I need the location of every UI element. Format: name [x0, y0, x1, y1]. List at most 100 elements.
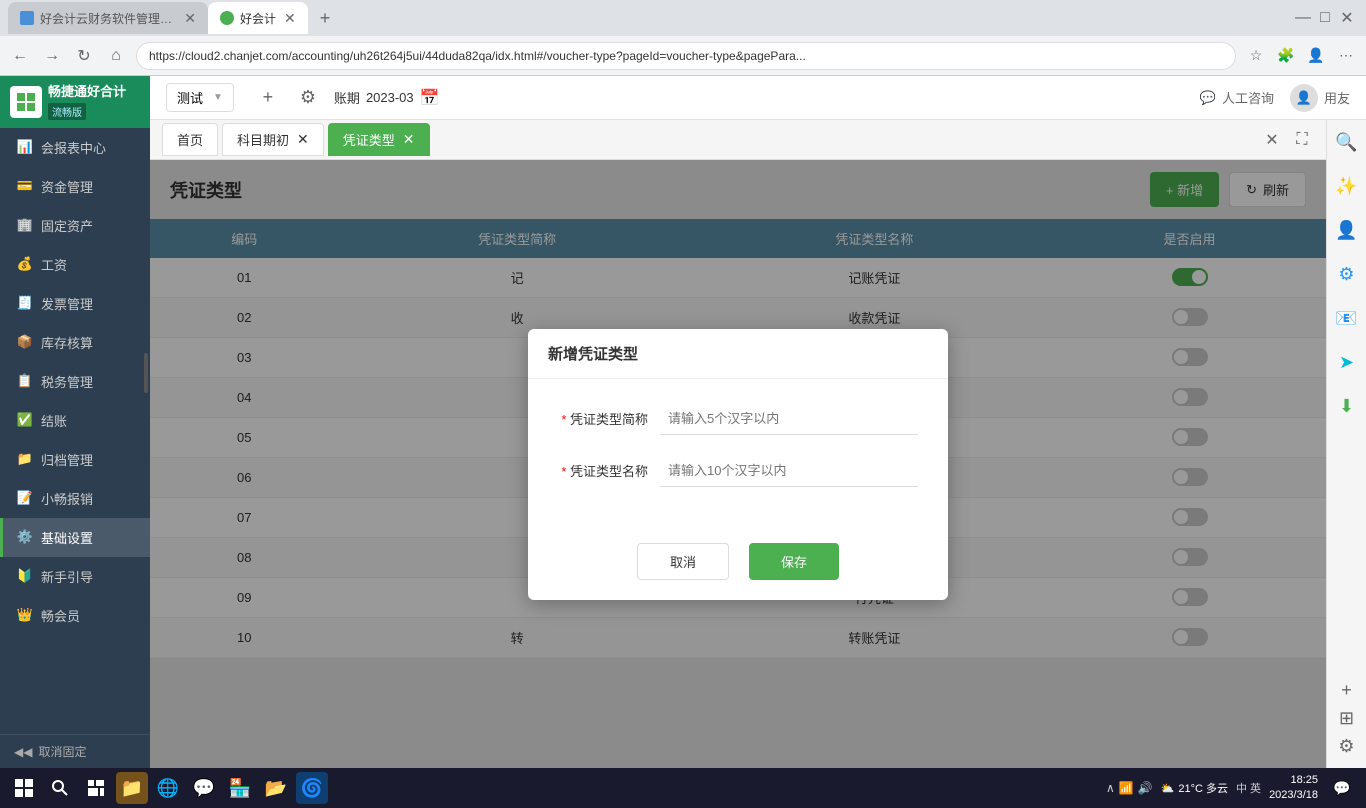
- save-label: 保存: [781, 555, 807, 570]
- tab-subject-label: 科目期初: [237, 130, 289, 149]
- right-gear-icon[interactable]: ⚙: [1333, 732, 1361, 760]
- sidebar-item-basic-settings[interactable]: ⚙️ 基础设置: [0, 518, 150, 557]
- abbr-input[interactable]: [660, 403, 918, 435]
- save-button[interactable]: 保存: [749, 543, 839, 580]
- right-user-icon[interactable]: 👤: [1333, 216, 1361, 244]
- right-search-icon[interactable]: 🔍: [1333, 128, 1361, 156]
- sidebar: 畅捷通好合计 流畅版 📊 会报表中心 💳 资金管理 🏢 固定资产 💰 工资: [0, 76, 150, 768]
- right-settings-icon[interactable]: ⚙: [1333, 260, 1361, 288]
- start-button[interactable]: [8, 772, 40, 804]
- sidebar-item-label-basic: 基础设置: [41, 528, 93, 547]
- extension-icon[interactable]: 🧩: [1274, 44, 1298, 68]
- consult-button[interactable]: 💬 人工咨询: [1200, 88, 1274, 107]
- sidebar-unpin-button[interactable]: ◀◀ 取消固定: [0, 734, 150, 768]
- sidebar-item-fund[interactable]: 💳 资金管理: [0, 167, 150, 206]
- tab-subject-init[interactable]: 科目期初 ✕: [222, 123, 324, 156]
- sidebar-item-tax[interactable]: 📋 税务管理: [0, 362, 150, 401]
- top-bar: 测试 ▼ + ⚙ 账期 2023-03 📅 💬 人工咨询 👤: [150, 76, 1366, 120]
- sidebar-item-label-fund: 资金管理: [41, 177, 93, 196]
- tab-title-1: 好会计云财务软件管理系统_会计: [40, 10, 176, 27]
- tab-minimize-button[interactable]: ✕: [1260, 128, 1284, 152]
- tab-close-2[interactable]: ✕: [284, 10, 296, 27]
- checkout-icon: ✅: [17, 412, 33, 428]
- right-plus-icon[interactable]: +: [1333, 676, 1361, 704]
- back-button[interactable]: ←: [8, 44, 32, 68]
- sidebar-scrollbar[interactable]: [144, 353, 148, 393]
- sidebar-item-label-member: 畅会员: [41, 606, 80, 625]
- network-icon[interactable]: 📶: [1119, 781, 1134, 795]
- close-button[interactable]: ✕: [1340, 11, 1354, 25]
- taskbar-sys-tray: ∧ 📶 🔊: [1106, 781, 1153, 795]
- weather-icon: ⛅: [1161, 782, 1175, 795]
- tab-favicon-1: [20, 11, 34, 25]
- clock-time: 18:25: [1269, 773, 1318, 788]
- forward-button[interactable]: →: [40, 44, 64, 68]
- maximize-button[interactable]: □: [1318, 11, 1332, 25]
- sidebar-item-salary[interactable]: 💰 工资: [0, 245, 150, 284]
- cancel-button[interactable]: 取消: [637, 543, 729, 580]
- weather-text: 21°C 多云: [1178, 780, 1228, 796]
- store-taskbar-button[interactable]: 🏪: [224, 772, 256, 804]
- profile-icon[interactable]: 👤: [1304, 44, 1328, 68]
- sidebar-item-checkout[interactable]: ✅ 结账: [0, 401, 150, 440]
- user-label: 用友: [1324, 88, 1350, 107]
- sidebar-item-invoice[interactable]: 🧾 发票管理: [0, 284, 150, 323]
- chrome-taskbar-button[interactable]: 🌐: [152, 772, 184, 804]
- tab-maximize-button[interactable]: ⛶: [1290, 128, 1314, 152]
- add-workspace-button[interactable]: +: [254, 84, 282, 112]
- browser-tab-2[interactable]: 好会计 ✕: [208, 2, 308, 34]
- explorer-taskbar-button[interactable]: 📁: [116, 772, 148, 804]
- user-button[interactable]: 👤 用友: [1290, 84, 1350, 112]
- right-outlook-icon[interactable]: 📧: [1333, 304, 1361, 332]
- main-content: 凭证类型 + 新增 ↻ 刷新: [150, 160, 1326, 768]
- sidebar-item-archive[interactable]: 📁 归档管理: [0, 440, 150, 479]
- sidebar-item-inventory[interactable]: 📦 库存核算: [0, 323, 150, 362]
- notification-button[interactable]: 💬: [1326, 772, 1358, 804]
- sidebar-item-label-salary: 工资: [41, 255, 67, 274]
- sidebar-item-fixed-assets[interactable]: 🏢 固定资产: [0, 206, 150, 245]
- reload-button[interactable]: ↻: [72, 44, 96, 68]
- unpin-label: 取消固定: [38, 743, 86, 760]
- tab-title-2: 好会计: [240, 10, 276, 27]
- files-taskbar-button[interactable]: 📂: [260, 772, 292, 804]
- wechat-taskbar-button[interactable]: 💬: [188, 772, 220, 804]
- right-ai-icon[interactable]: ✨: [1333, 172, 1361, 200]
- right-panel: 🔍 ✨ 👤 ⚙ 📧 ➤ ⬇ + ⊞ ⚙: [1326, 120, 1366, 768]
- tab-subject-close[interactable]: ✕: [297, 131, 309, 148]
- sidebar-item-label-fixed: 固定资产: [41, 216, 93, 235]
- home-button[interactable]: ⌂: [104, 44, 128, 68]
- invoice-icon: 🧾: [17, 295, 33, 311]
- tab-voucher-label: 凭证类型: [343, 130, 395, 149]
- volume-icon[interactable]: 🔊: [1138, 781, 1153, 795]
- sidebar-item-member[interactable]: 👑 畅会员: [0, 596, 150, 635]
- browser-tab-1[interactable]: 好会计云财务软件管理系统_会计 ✕: [8, 2, 208, 34]
- task-view-button[interactable]: [80, 772, 112, 804]
- right-download-icon[interactable]: ⬇: [1333, 392, 1361, 420]
- tray-arrow-icon[interactable]: ∧: [1106, 781, 1115, 795]
- sidebar-item-label-tax: 税务管理: [41, 372, 93, 391]
- tab-home[interactable]: 首页: [162, 123, 218, 156]
- tab-voucher-close[interactable]: ✕: [403, 131, 415, 148]
- settings-button[interactable]: ⚙: [294, 84, 322, 112]
- address-input[interactable]: [136, 42, 1236, 70]
- workspace-selector[interactable]: 测试 ▼: [166, 83, 234, 112]
- new-tab-button[interactable]: +: [316, 8, 335, 29]
- lang-icon[interactable]: 中 英: [1236, 780, 1261, 796]
- sidebar-item-expense[interactable]: 📝 小畅报销: [0, 479, 150, 518]
- calendar-icon[interactable]: 📅: [420, 88, 440, 108]
- right-arrow-icon[interactable]: ➤: [1333, 348, 1361, 376]
- name-input[interactable]: [660, 455, 918, 487]
- bookmark-icon[interactable]: ☆: [1244, 44, 1268, 68]
- sidebar-item-report-center[interactable]: 📊 会报表中心: [0, 128, 150, 167]
- sidebar-item-guide[interactable]: 🔰 新手引导: [0, 557, 150, 596]
- tab-close-1[interactable]: ✕: [184, 10, 196, 27]
- minimize-button[interactable]: —: [1296, 11, 1310, 25]
- edge-taskbar-button[interactable]: 🌀: [296, 772, 328, 804]
- tab-voucher-type[interactable]: 凭证类型 ✕: [328, 123, 430, 156]
- unpin-icon: ◀◀: [14, 745, 32, 759]
- sidebar-item-label-inventory: 库存核算: [41, 333, 93, 352]
- sidebar-item-label-expense: 小畅报销: [41, 489, 93, 508]
- more-icon[interactable]: ⋯: [1334, 44, 1358, 68]
- right-grid-icon[interactable]: ⊞: [1333, 704, 1361, 732]
- search-taskbar-button[interactable]: [44, 772, 76, 804]
